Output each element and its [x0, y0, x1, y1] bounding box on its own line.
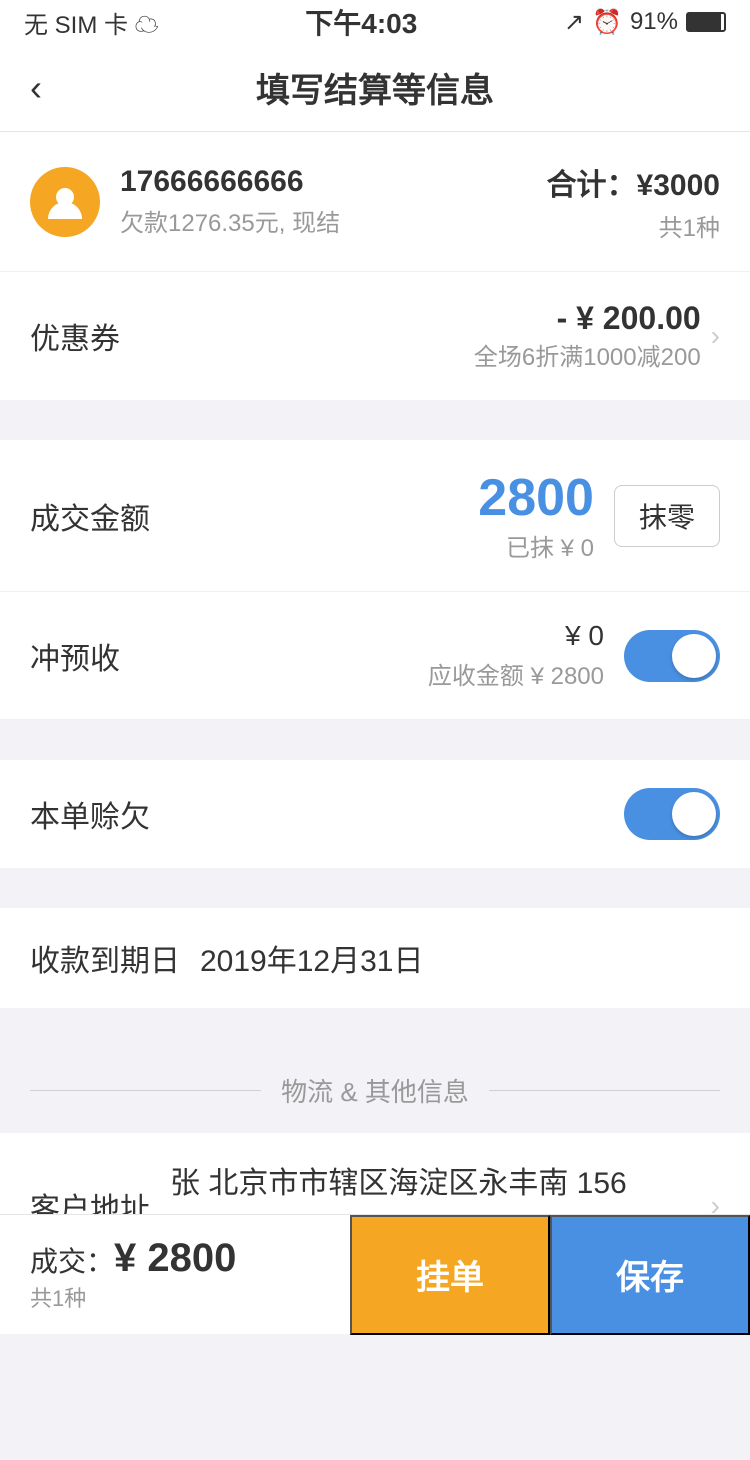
deal-amount-right: 2800 已抹 ¥ 0 抹零 [478, 468, 720, 563]
chong-top: 冲预收 ¥ 0 应收金额 ¥ 2800 [30, 620, 720, 691]
customer-phone: 17666666666 [120, 165, 547, 199]
deal-amount-label: 成交金额 [30, 494, 150, 538]
sheqian-toggle-knob [672, 792, 716, 836]
deal-amount-value: 2800 [478, 468, 594, 528]
coupon-detail: - ¥ 200.00 全场6折满1000减200 [474, 300, 701, 372]
hang-button[interactable]: 挂单 [350, 1215, 550, 1335]
customer-note: 欠款1276.35元, 现结 [120, 203, 547, 238]
coupon-label: 优惠券 [30, 314, 120, 358]
total-count: 共1种 [547, 208, 720, 243]
customer-section: 17666666666 欠款1276.35元, 现结 合计：¥3000 共1种 … [0, 132, 750, 400]
total-amount: 合计：¥3000 [547, 160, 720, 204]
sheqian-toggle[interactable] [624, 788, 720, 840]
coupon-chevron-icon: › [711, 320, 720, 352]
coupon-right: - ¥ 200.00 全场6折满1000减200 › [474, 300, 720, 372]
coupon-discount: - ¥ 200.00 [474, 300, 701, 337]
divider-1 [0, 420, 750, 440]
battery-status: 91% [630, 8, 678, 36]
bottom-deal-info: 成交：¥ 2800 共1种 [0, 1236, 350, 1313]
date-section: 收款到期日 2019年12月31日 [0, 908, 750, 1008]
alarm-icon: ⏰ [592, 8, 622, 37]
deal-amount-row: 成交金额 2800 已抹 ¥ 0 抹零 [0, 440, 750, 592]
chong-row: 冲预收 ¥ 0 应收金额 ¥ 2800 [0, 592, 750, 720]
save-button[interactable]: 保存 [550, 1215, 750, 1335]
chong-sub: 应收金额 ¥ 2800 [428, 656, 604, 691]
divider-3 [0, 888, 750, 908]
customer-row: 17666666666 欠款1276.35元, 现结 合计：¥3000 共1种 [0, 132, 750, 271]
customer-info: 17666666666 欠款1276.35元, 现结 [120, 165, 547, 238]
divider-2 [0, 740, 750, 760]
user-icon [44, 181, 86, 223]
back-button[interactable]: ‹ [30, 70, 42, 106]
deal-already-rounded: 已抹 ¥ 0 [478, 528, 594, 563]
chong-amounts: ¥ 0 应收金额 ¥ 2800 [428, 620, 604, 691]
date-value: 2019年12月31日 [200, 936, 423, 980]
bottom-deal-label: 成交： [30, 1246, 114, 1277]
coupon-desc: 全场6折满1000减200 [474, 337, 701, 372]
logistics-line-left [30, 1090, 261, 1091]
divider-4 [0, 1028, 750, 1048]
status-right: ↗ ⏰ 91% [564, 8, 726, 37]
battery-icon [686, 12, 726, 32]
sheqian-row: 本单赊欠 [0, 760, 750, 868]
logistics-label: 物流 & 其他信息 [281, 1072, 469, 1109]
customer-total: 合计：¥3000 共1种 [547, 160, 720, 243]
toggle-knob [672, 634, 716, 678]
status-left: 无 SIM 卡 ☁ [24, 5, 159, 40]
bottom-deal-count: 共1种 [30, 1281, 320, 1313]
bottom-deal-amount: ¥ 2800 [114, 1236, 236, 1280]
sheqian-label: 本单赊欠 [30, 792, 150, 836]
chong-yuan: ¥ 0 [565, 620, 604, 652]
logistics-line-right [489, 1090, 720, 1091]
location-icon: ↗ [564, 8, 584, 37]
nav-bar: ‹ 填写结算等信息 [0, 44, 750, 132]
date-row: 收款到期日 2019年12月31日 [0, 908, 750, 1008]
status-bar: 无 SIM 卡 ☁ 下午4:03 ↗ ⏰ 91% [0, 0, 750, 44]
chong-label: 冲预收 [30, 634, 120, 678]
sheqian-section: 本单赊欠 [0, 760, 750, 868]
bottom-deal-row: 成交：¥ 2800 [30, 1236, 320, 1281]
round-zero-button[interactable]: 抹零 [614, 485, 720, 547]
coupon-row[interactable]: 优惠券 - ¥ 200.00 全场6折满1000减200 › [0, 271, 750, 400]
chong-right: ¥ 0 应收金额 ¥ 2800 [428, 620, 720, 691]
deal-amount-group: 2800 已抹 ¥ 0 [478, 468, 594, 563]
chong-toggle[interactable] [624, 630, 720, 682]
deal-section: 成交金额 2800 已抹 ¥ 0 抹零 冲预收 ¥ 0 应收金额 ¥ 2800 [0, 440, 750, 720]
logistics-header: 物流 & 其他信息 [0, 1048, 750, 1133]
sim-status: 无 SIM 卡 ☁ [24, 5, 159, 40]
page-title: 填写结算等信息 [256, 63, 494, 112]
bottom-bar: 成交：¥ 2800 共1种 挂单 保存 [0, 1214, 750, 1334]
avatar [30, 167, 100, 237]
date-label: 收款到期日 [30, 936, 180, 980]
status-time: 下午4:03 [305, 2, 417, 42]
